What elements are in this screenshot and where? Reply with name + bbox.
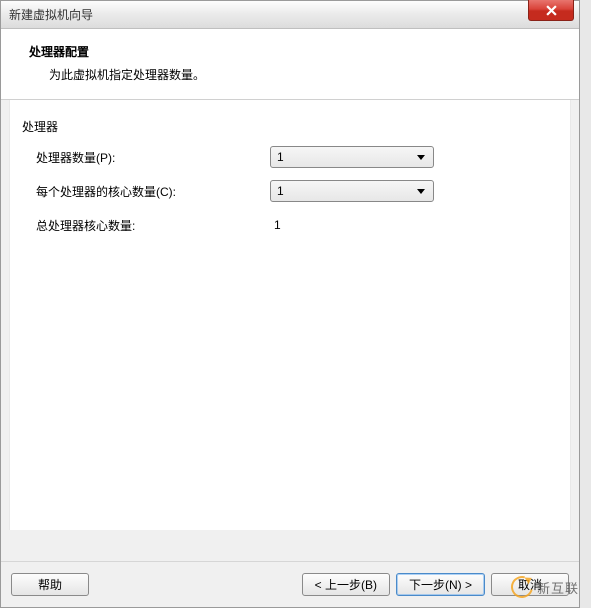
close-button[interactable] bbox=[528, 0, 574, 21]
page-title: 处理器配置 bbox=[29, 43, 559, 60]
chevron-down-icon bbox=[417, 189, 425, 194]
close-icon bbox=[546, 5, 557, 16]
cores-per-processor-label: 每个处理器的核心数量(C): bbox=[22, 183, 270, 200]
content-panel: 处理器 处理器数量(P): 1 每个处理器的核心数量(C): 1 总处理器核心数… bbox=[9, 100, 571, 530]
section-label: 处理器 bbox=[22, 118, 558, 135]
cores-per-processor-value: 1 bbox=[271, 184, 417, 198]
back-button[interactable]: < 上一步(B) bbox=[302, 573, 390, 596]
row-processor-count: 处理器数量(P): 1 bbox=[22, 145, 558, 169]
processor-count-select[interactable]: 1 bbox=[270, 146, 434, 168]
right-strip bbox=[580, 0, 591, 608]
next-button[interactable]: 下一步(N) > bbox=[396, 573, 485, 596]
cancel-button[interactable]: 取消 bbox=[491, 573, 569, 596]
row-total-cores: 总处理器核心数量: 1 bbox=[22, 213, 558, 237]
header-panel: 处理器配置 为此虚拟机指定处理器数量。 bbox=[1, 29, 579, 100]
chevron-down-icon bbox=[417, 155, 425, 160]
processor-count-label: 处理器数量(P): bbox=[22, 149, 270, 166]
cores-per-processor-select[interactable]: 1 bbox=[270, 180, 434, 202]
help-button[interactable]: 帮助 bbox=[11, 573, 89, 596]
row-cores-per-processor: 每个处理器的核心数量(C): 1 bbox=[22, 179, 558, 203]
titlebar: 新建虚拟机向导 bbox=[1, 1, 579, 29]
window-title: 新建虚拟机向导 bbox=[1, 6, 93, 23]
wizard-dialog: 新建虚拟机向导 处理器配置 为此虚拟机指定处理器数量。 处理器 处理器数量(P)… bbox=[0, 0, 580, 608]
total-cores-value: 1 bbox=[270, 218, 281, 232]
button-bar: 帮助 < 上一步(B) 下一步(N) > 取消 bbox=[1, 561, 579, 607]
page-subtitle: 为此虚拟机指定处理器数量。 bbox=[29, 66, 559, 83]
processor-count-value: 1 bbox=[271, 150, 417, 164]
total-cores-label: 总处理器核心数量: bbox=[22, 217, 270, 234]
